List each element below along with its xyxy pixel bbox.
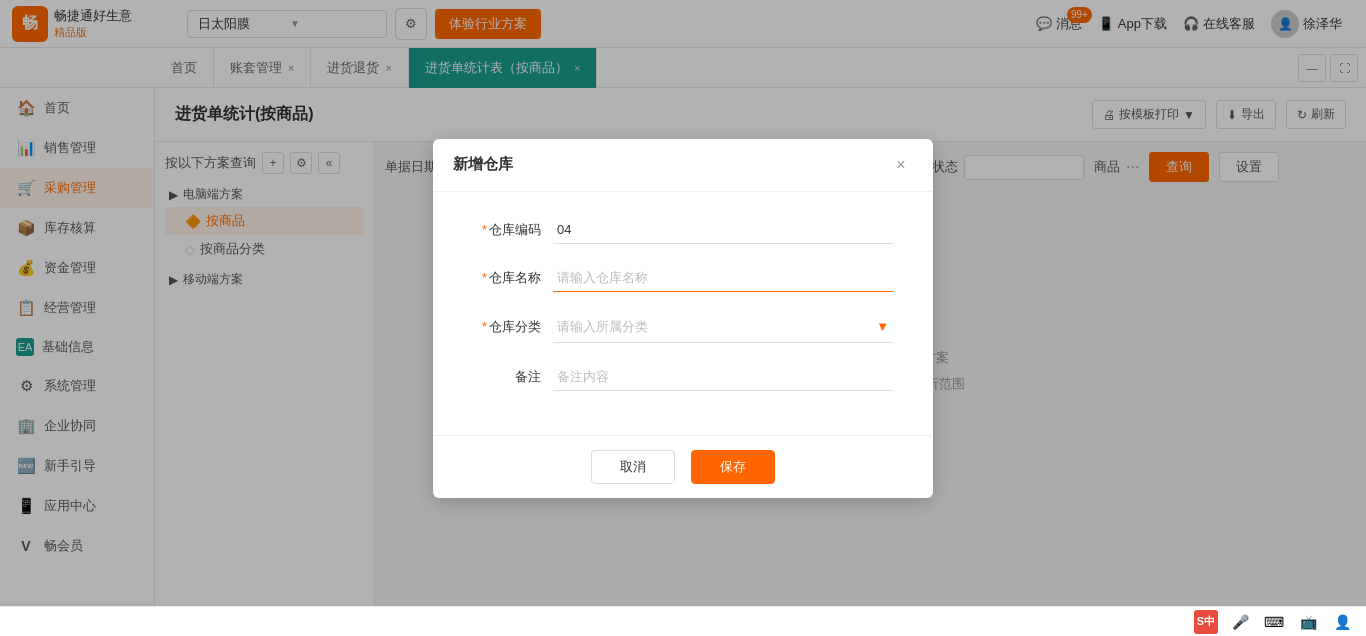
warehouse-code-input[interactable] <box>553 216 893 244</box>
dialog-title: 新增仓库 <box>453 155 513 174</box>
screen-icon[interactable]: 📺 <box>1296 610 1320 634</box>
remark-label: 备注 <box>473 368 553 386</box>
form-row-name: 仓库名称 <box>473 264 893 292</box>
warehouse-name-input[interactable] <box>553 264 893 292</box>
person-icon[interactable]: 👤 <box>1330 610 1354 634</box>
modal-overlay: 新增仓库 × 仓库编码 仓库名称 仓库分类 请输入所属分类 ▼ <box>0 0 1366 636</box>
status-bar: S中 🎤 ⌨ 📺 👤 <box>0 606 1366 636</box>
form-row-remark: 备注 <box>473 363 893 391</box>
warehouse-category-select[interactable]: 请输入所属分类 ▼ <box>553 312 893 343</box>
cancel-button[interactable]: 取消 <box>591 450 675 484</box>
warehouse-category-label: 仓库分类 <box>473 318 553 336</box>
s-icon[interactable]: S中 <box>1194 610 1218 634</box>
dialog-header: 新增仓库 × <box>433 139 933 192</box>
keyboard-icon[interactable]: ⌨ <box>1262 610 1286 634</box>
form-row-category: 仓库分类 请输入所属分类 ▼ <box>473 312 893 343</box>
add-warehouse-dialog: 新增仓库 × 仓库编码 仓库名称 仓库分类 请输入所属分类 ▼ <box>433 139 933 498</box>
save-button[interactable]: 保存 <box>691 450 775 484</box>
warehouse-code-label: 仓库编码 <box>473 221 553 239</box>
mic-icon[interactable]: 🎤 <box>1228 610 1252 634</box>
form-row-code: 仓库编码 <box>473 216 893 244</box>
remark-input[interactable] <box>553 363 893 391</box>
category-placeholder: 请输入所属分类 <box>557 318 648 336</box>
warehouse-name-label: 仓库名称 <box>473 269 553 287</box>
dialog-body: 仓库编码 仓库名称 仓库分类 请输入所属分类 ▼ 备注 <box>433 192 933 435</box>
category-dropdown-arrow: ▼ <box>876 319 889 334</box>
dialog-close-btn[interactable]: × <box>889 153 913 177</box>
dialog-footer: 取消 保存 <box>433 435 933 498</box>
